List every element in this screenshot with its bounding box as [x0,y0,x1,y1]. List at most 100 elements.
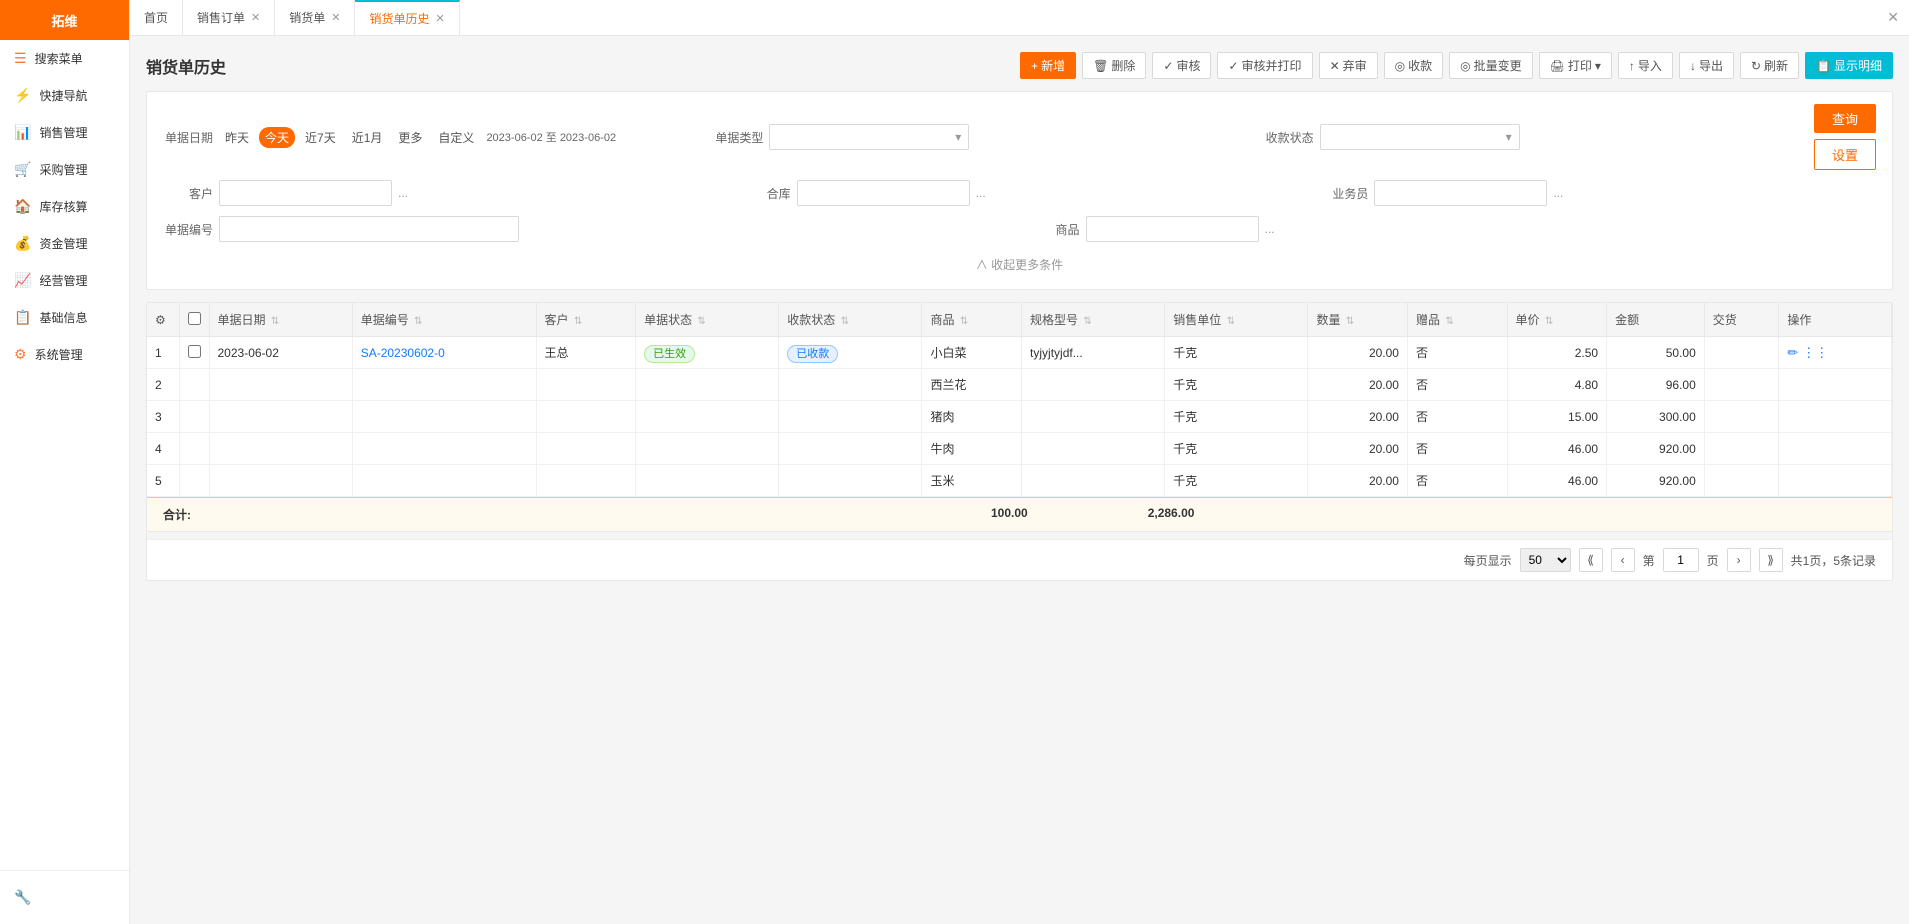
col-action: 操作 [1779,303,1892,337]
quick-nav-icon: ⚡ [14,87,31,104]
col-unit[interactable]: 销售单位 ⇅ [1165,303,1308,337]
collapse-row[interactable]: ∧ 收起更多条件 [163,252,1876,277]
audit-button[interactable]: ✓ 审核 [1152,52,1211,79]
scroll-strip[interactable] [147,531,1892,539]
goods-input[interactable] [1086,216,1259,242]
collect-status-select[interactable] [1320,124,1520,150]
cell-checkbox[interactable] [179,465,209,497]
col-gift[interactable]: 赠品 ⇅ [1407,303,1507,337]
doctype-select[interactable] [769,124,969,150]
cell-transaction [1704,401,1779,433]
sidebar-item-purchase-mgmt[interactable]: 🛒 采购管理 [0,151,129,188]
doc-no-link[interactable]: SA-20230602-0 [361,346,445,360]
warehouse-input[interactable] [797,180,970,206]
goods-dots[interactable]: ... [1265,222,1275,236]
batch-change-icon: ◎ [1460,59,1470,73]
tab-sales-history[interactable]: 销货单历史 ✕ [355,0,459,35]
page-next-btn[interactable]: › [1727,548,1751,572]
cell-rowno: 4 [147,433,179,465]
tab-sales-order-close[interactable]: ✕ [251,11,260,24]
page-input[interactable] [1663,548,1699,572]
tab-sales-order-label: 销售订单 [197,9,245,26]
pagination-total: 共1页，5条记录 [1791,552,1876,569]
shortcut-today[interactable]: 今天 [259,127,295,148]
query-button[interactable]: 查询 [1814,104,1876,133]
collect-button[interactable]: ◎ 收款 [1384,52,1444,79]
col-collect-status[interactable]: 收款状态 ⇅ [779,303,922,337]
staff-dots[interactable]: ... [1553,186,1563,200]
batch-change-button[interactable]: ◎ 批量变更 [1449,52,1533,79]
docno-input[interactable] [219,216,519,242]
col-doc-date[interactable]: 单据日期 ⇅ [209,303,352,337]
staff-input[interactable] [1374,180,1547,206]
content-area: 销货单历史 + 新增 🗑 删除 ✓ 审核 ✓ 审核并打印 [130,36,1909,924]
audit-print-button[interactable]: ✓ 审核并打印 [1217,52,1312,79]
import-icon: ↑ [1629,59,1635,73]
add-button[interactable]: + 新增 [1020,52,1076,79]
col-qty[interactable]: 数量 ⇅ [1308,303,1408,337]
sidebar-item-sales-mgmt[interactable]: 📊 销售管理 [0,114,129,151]
per-page-select[interactable]: 50 100 200 [1520,548,1571,572]
sidebar-item-search-menu[interactable]: ☰ 搜索菜单 [0,40,129,77]
col-goods[interactable]: 商品 ⇅ [922,303,1022,337]
cell-checkbox[interactable] [179,369,209,401]
shortcut-last1m[interactable]: 近1月 [346,127,389,148]
customer-dots[interactable]: ... [398,186,408,200]
sidebar-item-operations-mgmt[interactable]: 📈 经营管理 [0,262,129,299]
shortcut-last7[interactable]: 近7天 [299,127,342,148]
page-title: 销货单历史 [146,54,226,78]
page-prev-btn[interactable]: ‹ [1611,548,1635,572]
show-detail-button[interactable]: 📋 显示明细 [1805,52,1893,79]
abandon-button[interactable]: ✕ 弃审 [1319,52,1378,79]
cell-checkbox[interactable] [179,433,209,465]
cell-collect-status [779,465,922,497]
cell-goods: 猪肉 [922,401,1022,433]
tab-sales-history-close[interactable]: ✕ [436,12,445,25]
col-doc-no[interactable]: 单据编号 ⇅ [352,303,536,337]
col-settings[interactable]: ⚙ [147,303,179,337]
set-button[interactable]: 设置 [1814,139,1876,170]
shortcut-custom[interactable]: 自定义 [432,127,480,148]
more-icon[interactable]: ⋮⋮ [1802,345,1828,360]
page-first-btn[interactable]: ⟪ [1579,548,1603,572]
tab-sales-order[interactable]: 销售订单 ✕ [183,0,275,35]
sidebar-item-system-mgmt[interactable]: ⚙ 系统管理 [0,336,129,373]
col-spec[interactable]: 规格型号 ⇅ [1022,303,1165,337]
cell-checkbox[interactable] [179,401,209,433]
sidebar-item-quick-nav[interactable]: ⚡ 快捷导航 [0,77,129,114]
sidebar-bottom-item1[interactable]: 🔧 [0,879,129,916]
customer-input[interactable] [219,180,392,206]
col-checkbox[interactable] [179,303,209,337]
cell-doc-no [352,433,536,465]
select-all-checkbox[interactable] [188,312,201,325]
col-customer[interactable]: 客户 ⇅ [536,303,636,337]
export-button[interactable]: ↓ 导出 [1679,52,1734,79]
sidebar-item-basic-info[interactable]: 📋 基础信息 [0,299,129,336]
cell-goods: 西兰花 [922,369,1022,401]
date-shortcuts: 昨天 今天 近7天 近1月 更多 自定义 [219,127,480,148]
import-button[interactable]: ↑ 导入 [1618,52,1673,79]
tab-sales-goods-close[interactable]: ✕ [331,11,340,24]
warehouse-dots[interactable]: ... [976,186,986,200]
edit-icon[interactable]: ✏ [1787,345,1798,360]
cell-qty: 20.00 [1308,369,1408,401]
shortcut-more[interactable]: 更多 [392,127,428,148]
staff-label: 业务员 [1318,185,1368,202]
tab-home[interactable]: 首页 [130,0,183,35]
tabs-bar-close[interactable]: ✕ [1887,0,1909,35]
print-button[interactable]: 🖨 打印 ▾ [1539,52,1612,79]
page-last-btn[interactable]: ⟫ [1759,548,1783,572]
delete-button[interactable]: 🗑 删除 [1082,52,1146,79]
cell-customer: 王总 [536,337,636,369]
sidebar-item-capital-mgmt[interactable]: 💰 资金管理 [0,225,129,262]
cell-checkbox[interactable] [179,337,209,369]
cell-collect-status [779,433,922,465]
shortcut-yesterday[interactable]: 昨天 [219,127,255,148]
col-unit-price[interactable]: 单价 ⇅ [1507,303,1607,337]
cell-qty: 20.00 [1308,337,1408,369]
sidebar-item-inventory[interactable]: 🏠 库存核算 [0,188,129,225]
col-doc-status[interactable]: 单据状态 ⇅ [636,303,779,337]
tab-sales-goods[interactable]: 销货单 ✕ [275,0,355,35]
refresh-button[interactable]: ↻ 刷新 [1740,52,1799,79]
cell-unit-price: 2.50 [1507,337,1607,369]
